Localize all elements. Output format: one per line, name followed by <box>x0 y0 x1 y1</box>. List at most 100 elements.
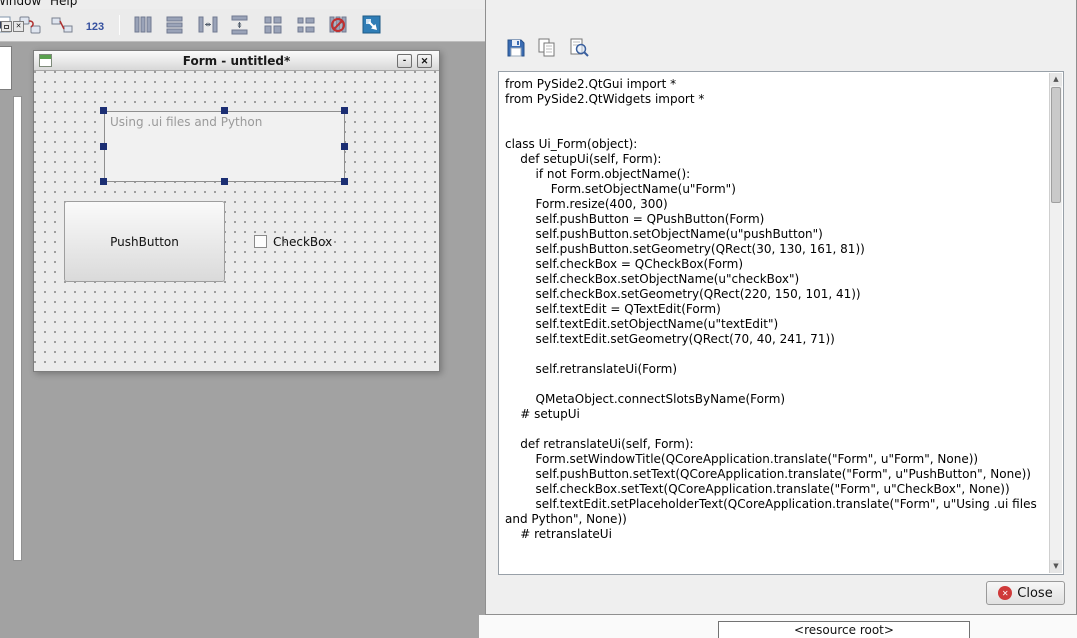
layout-horizontal-splitter-icon <box>196 13 220 37</box>
selection-handle[interactable] <box>341 178 348 185</box>
code-line: Form.setWindowTitle(QCoreApplication.tra… <box>505 452 1046 467</box>
code-line: def retranslateUi(self, Form): <box>505 437 1046 452</box>
minimize-button[interactable]: - <box>397 54 412 68</box>
selection-handle[interactable] <box>221 107 228 114</box>
code-line: self.pushButton.setText(QCoreApplication… <box>505 467 1046 482</box>
layout-form-button[interactable] <box>294 12 320 38</box>
code-line: from PySide2.QtWidgets import * <box>505 92 1046 107</box>
layout-vertical-icon <box>163 13 187 37</box>
code-line: self.pushButton.setGeometry(QRect(30, 13… <box>505 242 1046 257</box>
layout-horizontal-splitter-button[interactable] <box>196 12 222 38</box>
menu-item-window[interactable]: Window <box>0 0 41 8</box>
close-button-label: Close <box>1017 586 1052 601</box>
checkbox-widget[interactable]: CheckBox <box>254 221 355 262</box>
adjust-size-button[interactable] <box>360 12 386 38</box>
code-text[interactable]: from PySide2.QtGui import *from PySide2.… <box>499 72 1048 574</box>
layout-grid-icon <box>261 13 285 37</box>
tab-order-button[interactable]: 123 <box>82 12 108 38</box>
vertical-scrollbar[interactable]: ▲ ▼ <box>1049 73 1062 573</box>
dock-close-button[interactable]: ✕ <box>13 21 24 32</box>
scroll-up-button[interactable]: ▲ <box>1050 73 1062 86</box>
layout-horizontal-icon <box>131 13 155 37</box>
resource-root-item[interactable]: <resource root> <box>718 621 970 638</box>
code-line: from PySide2.QtGui import * <box>505 77 1046 92</box>
form-window: Form - untitled* - ✕ Using .ui files and… <box>33 50 440 372</box>
selection-handle[interactable] <box>341 143 348 150</box>
checkbox-indicator <box>254 235 267 248</box>
code-line: self.textEdit.setGeometry(QRect(70, 40, … <box>505 332 1046 347</box>
dock-float-icon <box>4 25 9 29</box>
copy-button[interactable] <box>535 35 561 61</box>
widgetbox-panel-fragment <box>13 96 22 561</box>
buddy-editor-button[interactable] <box>50 12 76 38</box>
menu-item-help[interactable]: Help <box>50 0 77 8</box>
layout-grid-button[interactable] <box>261 12 287 38</box>
code-line <box>505 377 1046 392</box>
break-layout-icon <box>326 13 350 37</box>
code-line: self.textEdit.setObjectName(u"textEdit") <box>505 317 1046 332</box>
code-line: self.checkBox.setObjectName(u"checkBox") <box>505 272 1046 287</box>
adjust-size-icon <box>360 13 384 37</box>
dock-close-icon: ✕ <box>16 23 22 30</box>
code-area: from PySide2.QtGui import *from PySide2.… <box>498 71 1064 575</box>
textedit-widget[interactable]: Using .ui files and Python <box>104 111 345 182</box>
dock-float-button[interactable] <box>1 21 12 32</box>
break-layout-button[interactable] <box>326 12 352 38</box>
pushbutton-widget[interactable]: PushButton <box>64 201 225 282</box>
dialog-close-button[interactable]: ✕ Close <box>986 581 1065 605</box>
code-line: self.pushButton = QPushButton(Form) <box>505 212 1046 227</box>
code-line: self.textEdit.setPlaceholderText(QCoreAp… <box>505 497 1046 512</box>
code-line: self.retranslateUi(Form) <box>505 362 1046 377</box>
code-line: QMetaObject.connectSlotsByName(Form) <box>505 392 1046 407</box>
layout-horizontal-button[interactable] <box>131 12 157 38</box>
code-preview-dialog: from PySide2.QtGui import *from PySide2.… <box>485 0 1077 615</box>
scrollbar-thumb[interactable] <box>1051 87 1061 203</box>
form-window-title: Form - untitled* <box>34 51 439 71</box>
buddy-editor-icon <box>50 13 74 37</box>
form-window-titlebar[interactable]: Form - untitled* - ✕ <box>34 51 439 71</box>
code-line: class Ui_Form(object): <box>505 137 1046 152</box>
code-line <box>505 107 1046 122</box>
code-line: # setupUi <box>505 407 1046 422</box>
code-line: self.checkBox.setText(QCoreApplication.t… <box>505 482 1046 497</box>
code-line: self.textEdit = QTextEdit(Form) <box>505 302 1046 317</box>
selection-handle[interactable] <box>221 178 228 185</box>
close-button[interactable]: ✕ <box>417 54 432 68</box>
layout-form-icon <box>294 13 318 37</box>
code-line: self.checkBox = QCheckBox(Form) <box>505 257 1046 272</box>
scroll-down-icon: ▼ <box>1053 563 1058 570</box>
code-line: self.checkBox.setGeometry(QRect(220, 150… <box>505 287 1046 302</box>
save-icon <box>504 36 528 60</box>
code-line <box>505 422 1046 437</box>
close-circle-icon: ✕ <box>998 586 1012 600</box>
selection-handle[interactable] <box>100 178 107 185</box>
toolbar-separator <box>119 15 120 35</box>
code-line: # retranslateUi <box>505 527 1046 542</box>
scroll-up-icon: ▲ <box>1053 76 1058 83</box>
find-icon <box>567 36 591 60</box>
form-icon <box>39 54 52 67</box>
find-button[interactable] <box>567 35 593 61</box>
textedit-placeholder: Using .ui files and Python <box>110 115 262 129</box>
resource-browser-fragment: <resource root> <box>479 615 1077 638</box>
code-line: self.pushButton.setObjectName(u"pushButt… <box>505 227 1046 242</box>
tab-order-icon: 123 <box>86 21 104 33</box>
layout-vertical-button[interactable] <box>163 12 189 38</box>
form-canvas[interactable]: Using .ui files and Python PushButton Ch… <box>34 71 439 371</box>
code-line: Form.resize(400, 300) <box>505 197 1046 212</box>
checkbox-label: CheckBox <box>273 235 332 249</box>
code-line: Form.setObjectName(u"Form") <box>505 182 1046 197</box>
layout-vertical-splitter-icon <box>228 13 252 37</box>
code-line: def setupUi(self, Form): <box>505 152 1046 167</box>
selection-handle[interactable] <box>100 107 107 114</box>
code-line <box>505 122 1046 137</box>
code-line: if not Form.objectName(): <box>505 167 1046 182</box>
layout-vertical-splitter-button[interactable] <box>228 12 254 38</box>
save-button[interactable] <box>504 35 530 61</box>
widgetbox-filter-fragment[interactable] <box>0 46 12 90</box>
designer-screen: Window Help 123 <box>0 0 1077 638</box>
selection-handle[interactable] <box>341 107 348 114</box>
copy-icon <box>535 36 559 60</box>
selection-handle[interactable] <box>100 143 107 150</box>
scroll-down-button[interactable]: ▼ <box>1050 560 1062 573</box>
